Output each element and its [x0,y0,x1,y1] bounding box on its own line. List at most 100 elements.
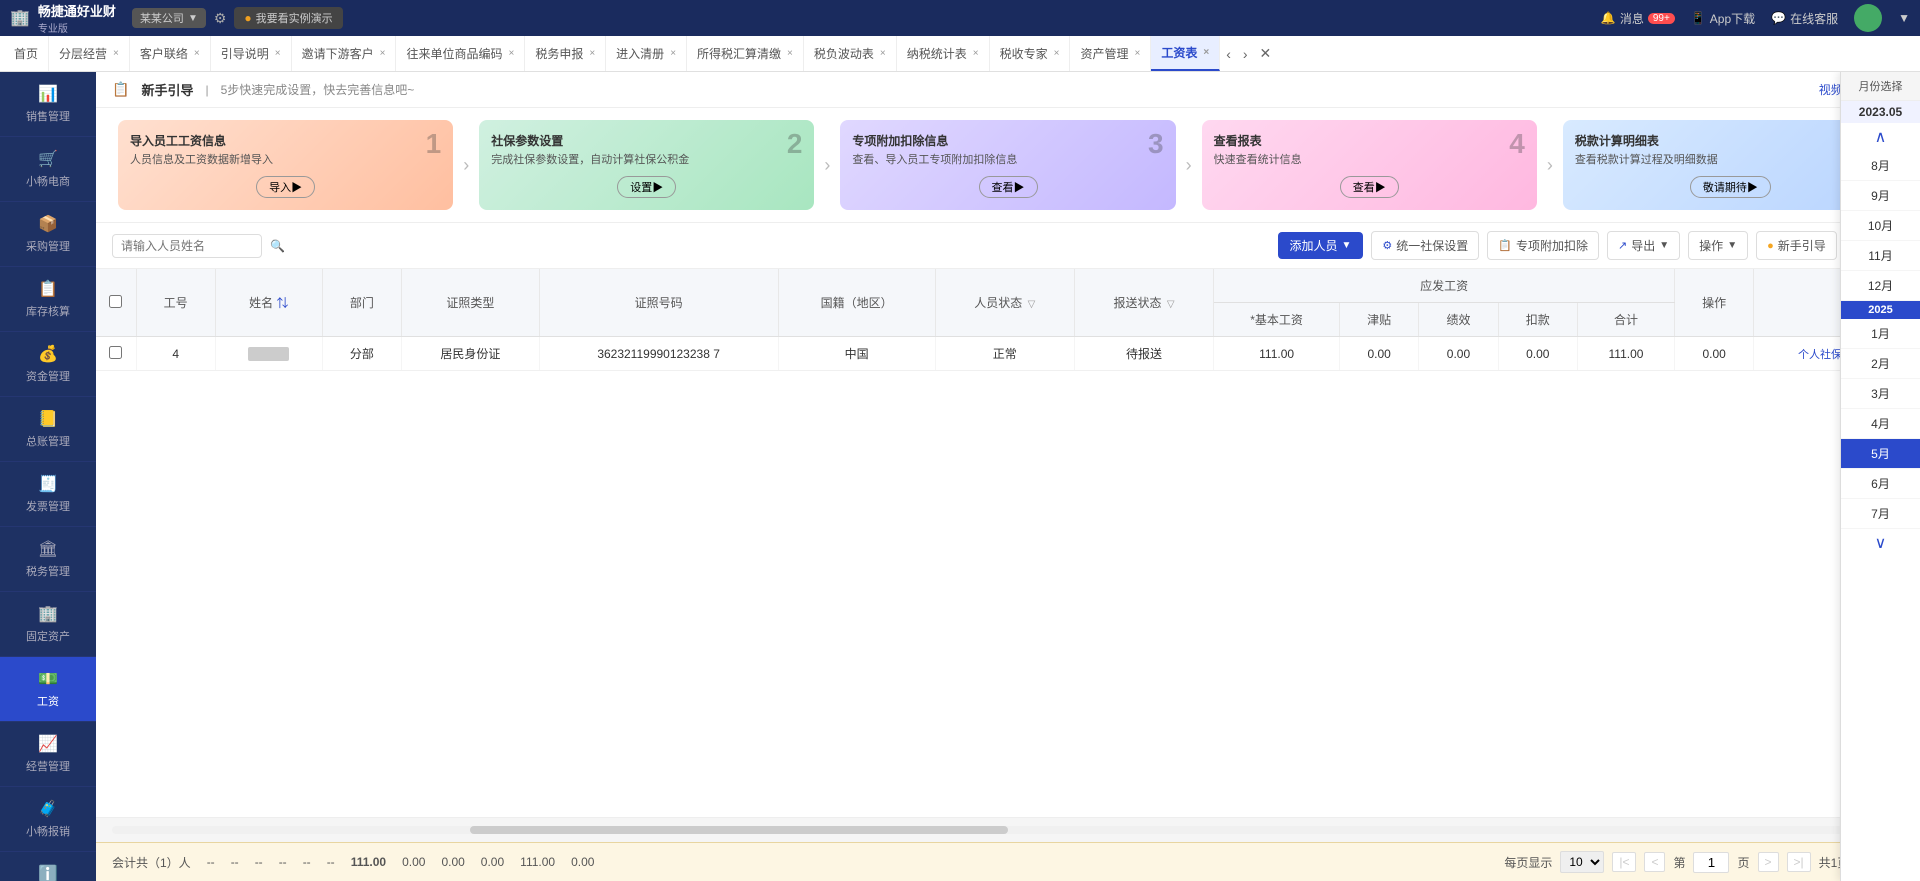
tab-close-11[interactable]: × [1054,48,1060,59]
new-guide-btn[interactable]: ● 新手引导 [1756,231,1837,260]
tab-close-3[interactable]: × [275,48,281,59]
tab-12[interactable]: 资产管理× [1070,36,1151,71]
first-page-btn[interactable]: |< [1612,852,1636,872]
sidebar-item-finance[interactable]: 💰 资金管理 [0,332,96,397]
step-btn-3[interactable]: 查看▶ [979,176,1038,198]
tab-home[interactable]: 首页 [4,36,49,71]
settings-icon[interactable]: ⚙ [214,10,227,27]
month-6[interactable]: 6月 [1841,469,1920,499]
add-person-btn[interactable]: 添加人员 ▼ [1278,232,1364,259]
company-selector[interactable]: 某某公司 ▼ [132,8,206,28]
sidebar-item-inventory[interactable]: 📋 库存核算 [0,267,96,332]
tab-prev-btn[interactable]: ‹ [1220,46,1237,62]
tab-close-1[interactable]: × [113,48,119,59]
per-page-select[interactable]: 10 20 50 [1560,851,1604,873]
edition-text: 专业版 [38,20,116,35]
tab-close-8[interactable]: × [787,48,793,59]
sidebar-item-expense[interactable]: 🧳 小畅报销 [0,787,96,852]
month-nav-up[interactable]: ∧ [1841,123,1920,151]
tab-close-4[interactable]: × [380,48,386,59]
personal-insurance-link[interactable]: 个人社保 [1798,346,1842,362]
tab-next-btn[interactable]: › [1237,46,1254,62]
tab-7[interactable]: 进入清册× [606,36,687,71]
tab-close-salary[interactable]: × [1203,47,1209,58]
tab-3[interactable]: 引导说明× [211,36,292,71]
th-base-salary: *基本工资 [1214,303,1340,337]
month-9[interactable]: 9月 [1841,181,1920,211]
search-btn[interactable]: 🔍 [270,239,285,253]
sidebar-item-invoice[interactable]: 🧾 发票管理 [0,462,96,527]
unified-settings-btn[interactable]: ⚙ 统一社保设置 [1371,231,1479,260]
avatar[interactable] [1854,4,1882,32]
month-nav-down[interactable]: ∨ [1841,529,1920,557]
sidebar-item-salary[interactable]: 💵 工资 [0,657,96,722]
sidebar-item-tax[interactable]: 🏛 税务管理 [0,527,96,592]
tab-close-all-btn[interactable]: ✕ [1254,45,1278,62]
th-status[interactable]: 人员状态 ▽ [935,269,1074,337]
month-7[interactable]: 7月 [1841,499,1920,529]
online-service-btn[interactable]: 💬 在线客服 [1771,10,1838,27]
tab-close-5[interactable]: × [508,48,514,59]
demo-btn[interactable]: ● 我要看实例演示 [234,7,342,29]
month-1[interactable]: 1月 [1841,319,1920,349]
tab-close-12[interactable]: × [1134,48,1140,59]
th-id: 工号 [136,269,215,337]
tab-6[interactable]: 税务申报× [525,36,606,71]
tab-close-9[interactable]: × [880,48,886,59]
last-page-btn[interactable]: >| [1787,852,1811,872]
sidebar-item-basic[interactable]: ℹ️ 基础信息 [0,852,96,881]
page-number-input[interactable] [1693,852,1729,873]
sidebar-label-salary: 工资 [37,693,59,709]
sidebar-item-ecommerce[interactable]: 🛒 小畅电商 [0,137,96,202]
operations-icon: 📈 [38,734,58,754]
tab-close-2[interactable]: × [194,48,200,59]
step-arrow-2: › [820,120,834,210]
export-btn[interactable]: ↗ 导出 ▼ [1607,231,1680,260]
sidebar-item-operations[interactable]: 📈 经营管理 [0,722,96,787]
prev-page-btn[interactable]: < [1644,852,1665,872]
tab-9[interactable]: 税负波动表× [804,36,897,71]
tab-8[interactable]: 所得税汇算清缴× [687,36,804,71]
month-11[interactable]: 11月 [1841,241,1920,271]
special-deduction-btn[interactable]: 📋 专项附加扣除 [1487,231,1599,260]
month-8[interactable]: 8月 [1841,151,1920,181]
tab-1[interactable]: 分层经营× [49,36,130,71]
tab-salary[interactable]: 工资表× [1151,36,1220,71]
tab-4[interactable]: 邀请下游客户× [292,36,397,71]
month-5[interactable]: 5月 [1841,439,1920,469]
step-btn-2[interactable]: 设置▶ [617,176,676,198]
message-btn[interactable]: 🔔 消息 99+ [1601,10,1675,27]
tab-close-10[interactable]: × [973,48,979,59]
scroll-thumb[interactable] [470,826,1008,834]
tab-2[interactable]: 客户联络× [130,36,211,71]
month-12[interactable]: 12月 [1841,271,1920,301]
tab-10[interactable]: 纳税统计表× [897,36,990,71]
operations-btn[interactable]: 操作 ▼ [1688,231,1748,260]
sidebar-item-assets[interactable]: 🏢 固定资产 [0,592,96,657]
select-all-checkbox[interactable] [109,295,122,308]
month-4[interactable]: 4月 [1841,409,1920,439]
step-btn-1[interactable]: 导入▶ [256,176,315,198]
tab-close-6[interactable]: × [589,48,595,59]
tab-11[interactable]: 税收专家× [990,36,1071,71]
tab-5[interactable]: 往来单位商品编码× [396,36,525,71]
sidebar-item-purchase[interactable]: 📦 采购管理 [0,202,96,267]
row-checkbox[interactable] [109,346,122,359]
month-3[interactable]: 3月 [1841,379,1920,409]
sidebar-item-ledger[interactable]: 📒 总账管理 [0,397,96,462]
month-2[interactable]: 2月 [1841,349,1920,379]
app-download-btn[interactable]: 📱 App下载 [1691,10,1755,27]
search-input[interactable] [112,234,262,258]
user-menu-icon[interactable]: ▼ [1898,11,1910,25]
step-btn-5[interactable]: 敬请期待▶ [1690,176,1771,198]
table-footer: 会计共（1）人 -- -- -- -- -- -- 111.00 0.00 0.… [96,842,1920,881]
scroll-track[interactable] [112,826,1904,834]
tab-close-7[interactable]: × [670,48,676,59]
th-name[interactable]: 姓名 ⇅ [215,269,322,337]
sidebar-item-sales[interactable]: 📊 销售管理 [0,72,96,137]
step-btn-4[interactable]: 查看▶ [1340,176,1399,198]
month-10[interactable]: 10月 [1841,211,1920,241]
step-num-4: 4 [1509,128,1525,160]
next-page-btn[interactable]: > [1758,852,1779,872]
th-submit[interactable]: 报送状态 ▽ [1074,269,1213,337]
